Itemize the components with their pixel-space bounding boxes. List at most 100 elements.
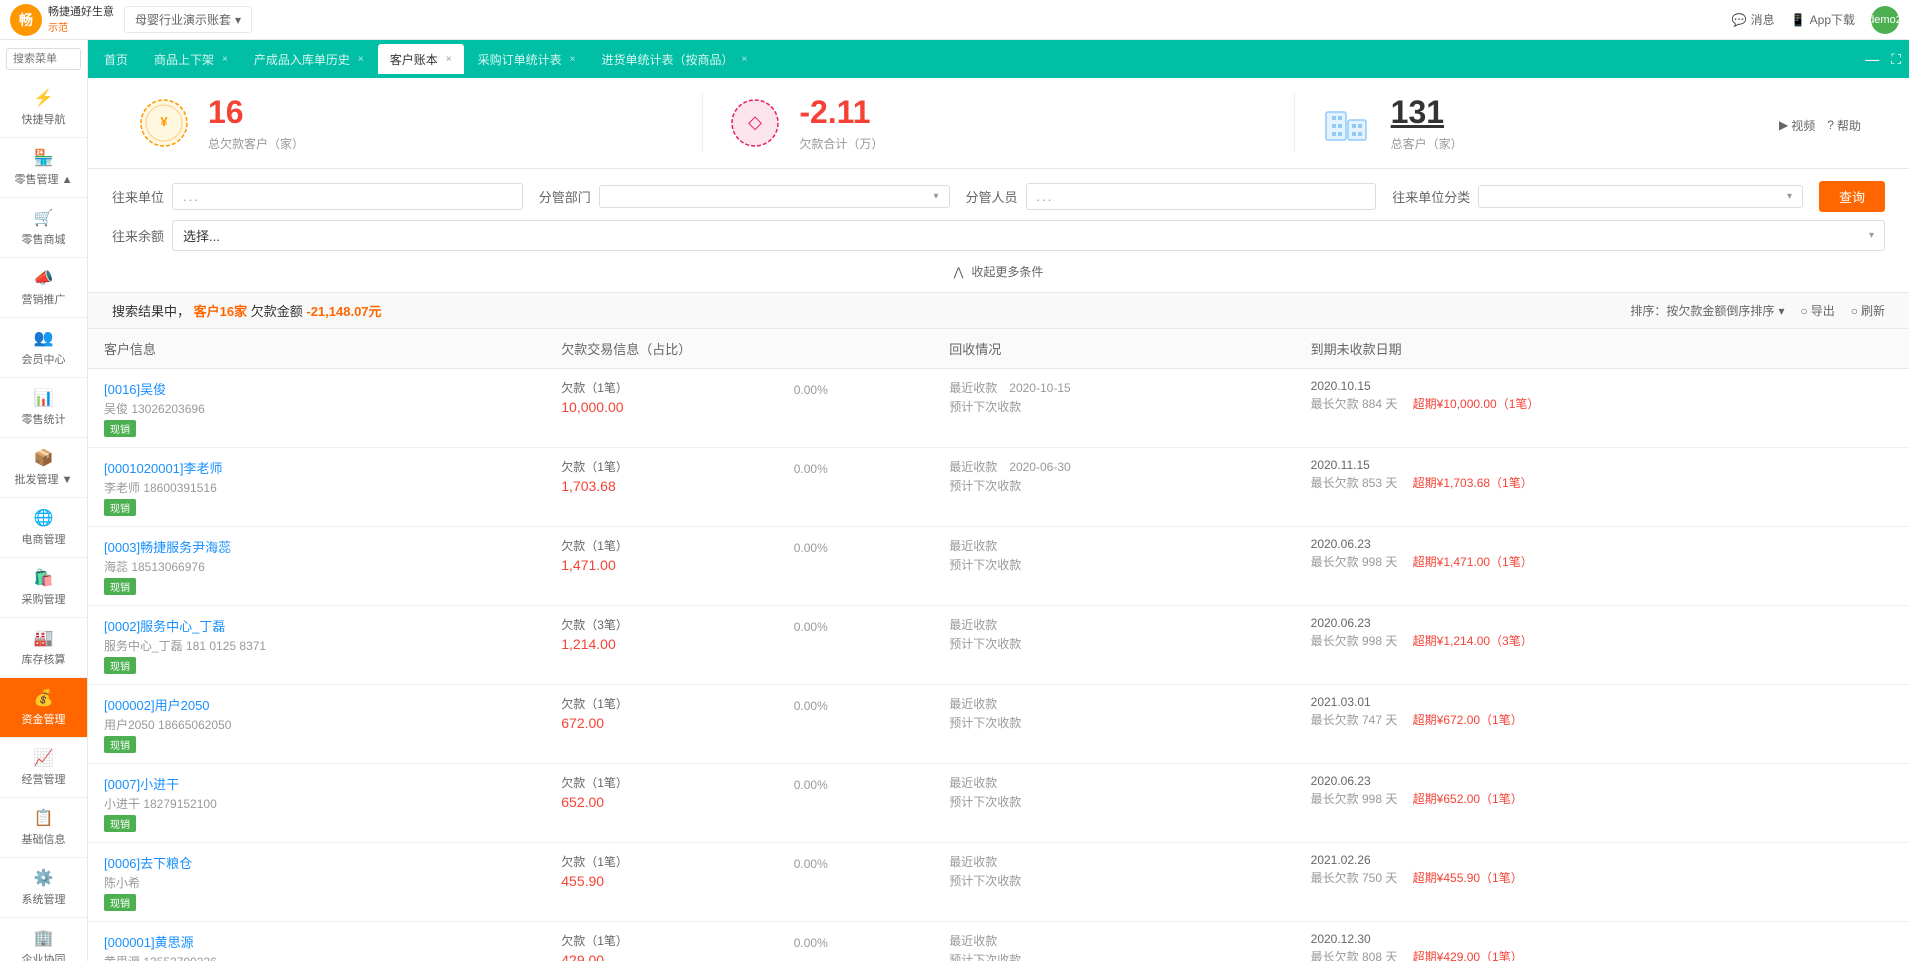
tab-inventory-stats[interactable]: 进货单统计表（按商品） × bbox=[589, 44, 759, 74]
overdue-link[interactable]: 超期¥429.00（1笔） bbox=[1413, 950, 1523, 961]
tab-purchase-order-close[interactable]: × bbox=[570, 54, 576, 65]
sidebar-item-label: 营销推广 bbox=[22, 291, 66, 307]
person-filter-input[interactable]: ... bbox=[1026, 183, 1377, 210]
due-date: 2020.11.15 bbox=[1311, 458, 1893, 472]
tab-products[interactable]: 商品上下架 × bbox=[142, 44, 240, 74]
dept-dropdown-icon: ▾ bbox=[933, 191, 938, 202]
debt-amount[interactable]: 429.00 bbox=[561, 952, 761, 961]
debt-amount[interactable]: 652.00 bbox=[561, 794, 761, 810]
tab-minimize-icon[interactable]: — bbox=[1861, 47, 1883, 72]
customer-name-link[interactable]: [0003]畅捷服务尹海蕊 bbox=[104, 537, 529, 556]
due-date: 2020.12.30 bbox=[1311, 932, 1893, 946]
filter-row-2: 往来余额 选择... ▾ bbox=[112, 220, 1885, 251]
sidebar-item-marketing[interactable]: 📣 营销推广 bbox=[0, 258, 87, 318]
debt-info-text: 欠款（3笔） bbox=[561, 616, 761, 633]
debt-amount[interactable]: 1,214.00 bbox=[561, 636, 761, 652]
dept-filter-label: 分管部门 bbox=[539, 187, 591, 206]
search-input[interactable] bbox=[6, 48, 81, 70]
help-btn[interactable]: ? 帮助 bbox=[1827, 117, 1861, 134]
sidebar-item-member[interactable]: 👥 会员中心 bbox=[0, 318, 87, 378]
overdue-link[interactable]: 超期¥455.90（1笔） bbox=[1413, 871, 1523, 885]
tab-inventory-stats-close[interactable]: × bbox=[741, 54, 747, 65]
view-btn[interactable]: ▶ 视频 bbox=[1779, 117, 1815, 134]
sidebar-item-inventory[interactable]: 🏭 库存核算 bbox=[0, 618, 87, 678]
sidebar-item-ecommerce[interactable]: 🌐 电商管理 bbox=[0, 498, 87, 558]
refresh-button[interactable]: ○ 刷新 bbox=[1851, 302, 1885, 319]
overdue-link[interactable]: 超期¥1,703.68（1笔） bbox=[1413, 476, 1533, 490]
sidebar-item-system[interactable]: ⚙️ 系统管理 bbox=[0, 858, 87, 918]
customer-name-link[interactable]: [0006]去下粮仓 bbox=[104, 853, 529, 872]
customer-filter-dots: ... bbox=[183, 189, 200, 204]
balance-filter-select[interactable]: 选择... ▾ bbox=[172, 220, 1885, 251]
debt-info-text: 欠款（1笔） bbox=[561, 458, 761, 475]
export-label: 导出 bbox=[1811, 302, 1835, 319]
store-selector[interactable]: 母婴行业演示账套 ▾ bbox=[124, 6, 252, 33]
customer-name-link[interactable]: [0002]服务中心_丁磊 bbox=[104, 616, 529, 635]
debt-amount[interactable]: 10,000.00 bbox=[561, 399, 761, 415]
tab-customer-account[interactable]: 客户账本 × bbox=[378, 44, 464, 74]
search-button[interactable]: 查询 bbox=[1819, 181, 1885, 212]
tab-customer-account-close[interactable]: × bbox=[446, 54, 452, 65]
sidebar-item-retail-stats[interactable]: 📊 零售统计 bbox=[0, 378, 87, 438]
cell-percent: 0.00% bbox=[778, 685, 934, 764]
marketing-icon: 📣 bbox=[34, 268, 54, 288]
tab-maximize-icon[interactable]: ⛶ bbox=[1887, 47, 1905, 72]
customer-name-link[interactable]: [0016]吴俊 bbox=[104, 379, 529, 398]
refresh-label: 刷新 bbox=[1861, 302, 1885, 319]
due-date: 2020.06.23 bbox=[1311, 774, 1893, 788]
customer-name-link[interactable]: [000002]用户2050 bbox=[104, 695, 529, 714]
stat-total-customers: 131 总客户（家） ▶ 视频 ? 帮助 bbox=[1295, 94, 1885, 152]
dept-filter-select[interactable]: ▾ bbox=[599, 185, 950, 208]
cell-recovery: 最近收款 预计下次收款 bbox=[933, 606, 1294, 685]
debt-amount[interactable]: 455.90 bbox=[561, 873, 761, 889]
overdue-link[interactable]: 超期¥1,471.00（1笔） bbox=[1413, 555, 1533, 569]
collapse-row[interactable]: ⋀ 收起更多条件 bbox=[112, 259, 1885, 284]
sidebar-item-quick-nav[interactable]: ⚡ 快捷导航 bbox=[0, 78, 87, 138]
debt-amount[interactable]: 672.00 bbox=[561, 715, 761, 731]
sidebar-item-purchase[interactable]: 🛍️ 采购管理 bbox=[0, 558, 87, 618]
sidebar-item-retail-mgmt[interactable]: 🏪 零售管理 ▲ bbox=[0, 138, 87, 198]
avatar[interactable]: demo2 bbox=[1871, 6, 1899, 34]
debt-amount[interactable]: 1,471.00 bbox=[561, 557, 761, 573]
debt-percent: 0.00% bbox=[794, 936, 918, 950]
overdue-link[interactable]: 超期¥10,000.00（1笔） bbox=[1413, 397, 1540, 411]
sort-select[interactable]: 排序：按欠款金额倒序排序 ▾ bbox=[1630, 302, 1784, 319]
recovery-next: 预计下次收款 bbox=[949, 793, 1278, 810]
operation-icon: 📈 bbox=[34, 748, 54, 768]
due-date: 2021.03.01 bbox=[1311, 695, 1893, 709]
tab-home[interactable]: 首页 bbox=[92, 44, 140, 74]
message-button[interactable]: 💬 消息 bbox=[1732, 11, 1775, 28]
customer-name-link[interactable]: [0007]小进干 bbox=[104, 774, 529, 793]
overdue-link[interactable]: 超期¥1,214.00（3笔） bbox=[1413, 634, 1533, 648]
overdue-link[interactable]: 超期¥672.00（1笔） bbox=[1413, 713, 1523, 727]
tab-production[interactable]: 产成品入库单历史 × bbox=[242, 44, 376, 74]
sidebar-item-basic-info[interactable]: 📋 基础信息 bbox=[0, 798, 87, 858]
overdue-days: 最长欠款 747 天 超期¥672.00（1笔） bbox=[1311, 711, 1893, 728]
classify-filter-select[interactable]: ▾ bbox=[1478, 185, 1803, 208]
due-date: 2020.10.15 bbox=[1311, 379, 1893, 393]
logo-area: 畅 畅捷通好生意 示范 bbox=[10, 4, 114, 36]
cell-recovery: 最近收款 预计下次收款 bbox=[933, 764, 1294, 843]
customer-filter-input[interactable]: ... bbox=[172, 183, 523, 210]
customer-name-link[interactable]: [0001020001]李老师 bbox=[104, 458, 529, 477]
sidebar-item-finance[interactable]: 💰 资金管理 bbox=[0, 678, 87, 738]
sidebar-item-retail-store[interactable]: 🛒 零售商城 bbox=[0, 198, 87, 258]
sort-dropdown-icon: ▾ bbox=[1778, 304, 1784, 318]
tab-production-close[interactable]: × bbox=[358, 54, 364, 65]
total-customers-num: 131 bbox=[1391, 94, 1463, 131]
sidebar-item-operation[interactable]: 📈 经营管理 bbox=[0, 738, 87, 798]
debt-info-text: 欠款（1笔） bbox=[561, 695, 761, 712]
sidebar-item-batch-mgmt[interactable]: 📦 批发管理 ▼ bbox=[0, 438, 87, 498]
sidebar-item-enterprise[interactable]: 🏢 企业协同 bbox=[0, 918, 87, 961]
refresh-icon: ○ bbox=[1851, 304, 1858, 318]
tab-production-label: 产成品入库单历史 bbox=[254, 51, 350, 68]
export-button[interactable]: ○ 导出 bbox=[1800, 302, 1834, 319]
tab-purchase-order[interactable]: 采购订单统计表 × bbox=[466, 44, 588, 74]
customer-name-link[interactable]: [000001]黄思源 bbox=[104, 932, 529, 951]
sidebar-item-label: 经营管理 bbox=[22, 771, 66, 787]
overdue-link[interactable]: 超期¥652.00（1笔） bbox=[1413, 792, 1523, 806]
app-download-button[interactable]: 📱 App下载 bbox=[1791, 11, 1855, 28]
total-customers-label: 总客户（家） bbox=[1391, 135, 1463, 152]
debt-amount[interactable]: 1,703.68 bbox=[561, 478, 761, 494]
tab-products-close[interactable]: × bbox=[222, 54, 228, 65]
